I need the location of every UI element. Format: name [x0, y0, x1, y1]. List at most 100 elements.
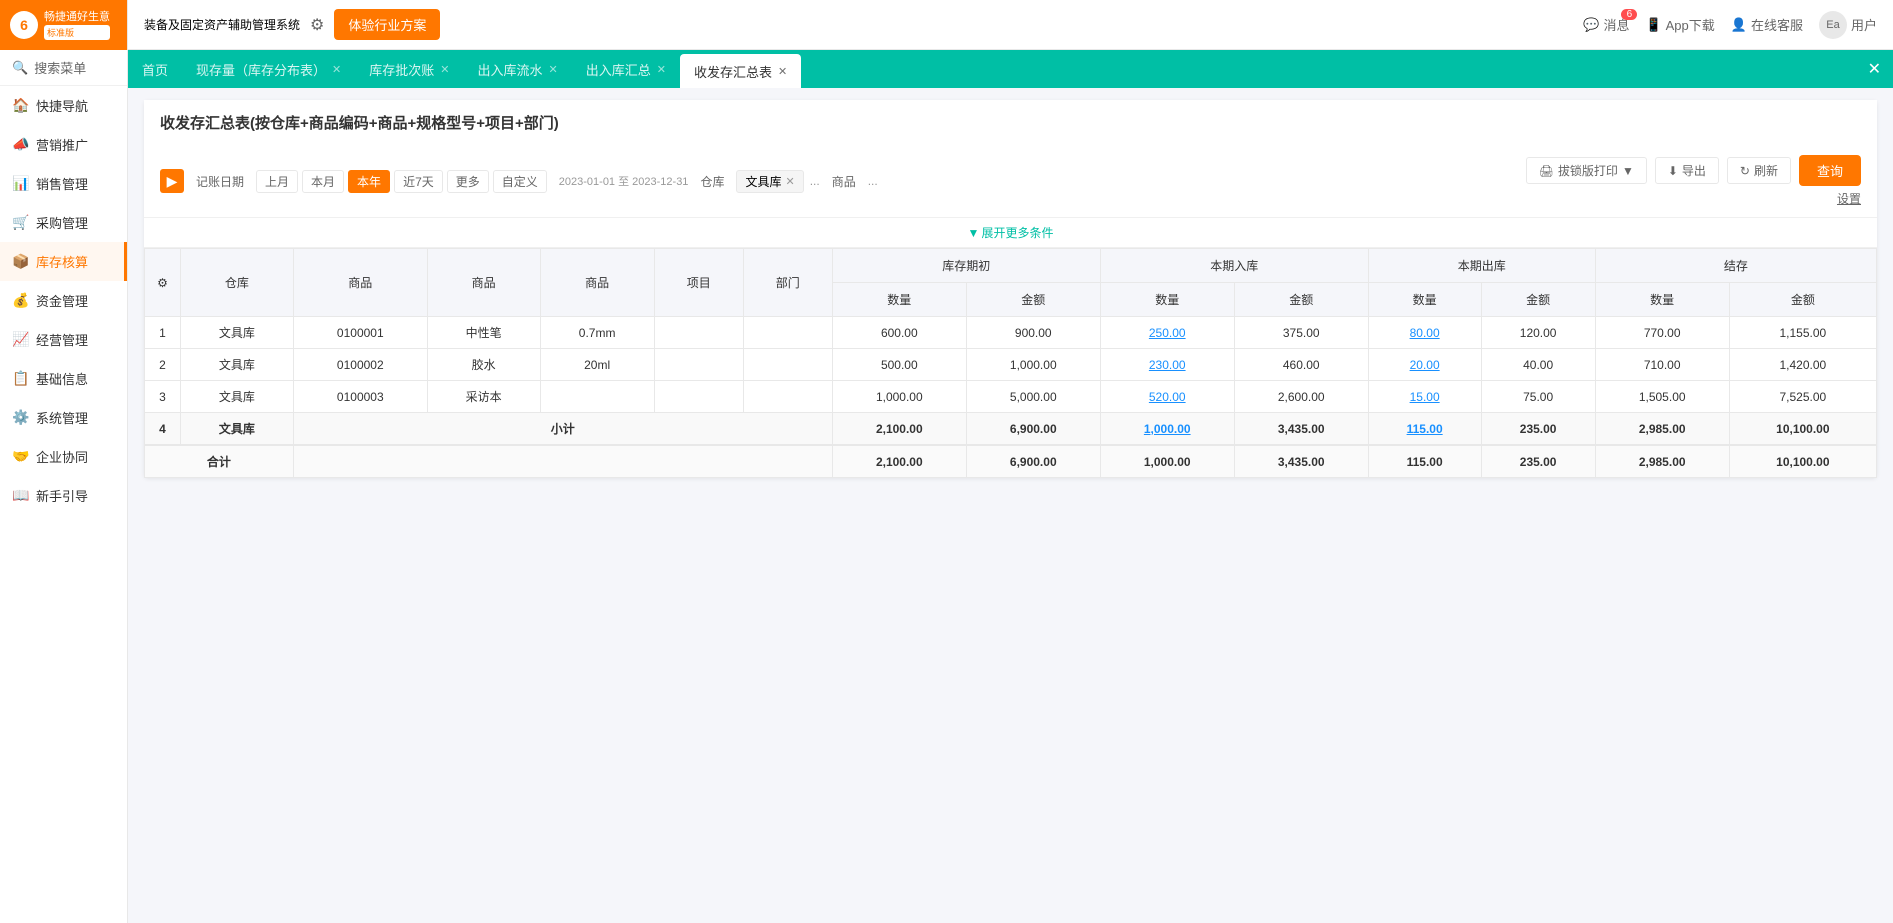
row3-in-amt: 2,600.00 [1234, 381, 1368, 413]
tab-recv-send-close[interactable]: ✕ [778, 65, 787, 78]
expand-conditions-button[interactable]: ▼ 展开更多条件 [968, 224, 1054, 241]
tab-recv-send-summary[interactable]: 收发存汇总表 ✕ [680, 54, 801, 88]
warehouse-tag[interactable]: 文具库 ✕ [736, 170, 803, 193]
total-out-amt: 235.00 [1481, 445, 1595, 478]
date-btn-last-month[interactable]: 上月 [256, 170, 298, 193]
row3-in-qty-link[interactable]: 520.00 [1149, 390, 1186, 404]
tab-batch-account-close[interactable]: ✕ [440, 63, 449, 76]
date-btn-7days[interactable]: 近7天 [394, 170, 443, 193]
sidebar-item-label: 系统管理 [36, 408, 88, 427]
date-btn-custom[interactable]: 自定义 [493, 170, 547, 193]
row3-out-qty-link[interactable]: 15.00 [1410, 390, 1440, 404]
user-action[interactable]: Ea 用户 [1819, 11, 1877, 39]
row2-balance-amt: 1,420.00 [1729, 349, 1876, 381]
goods-more[interactable]: ... [868, 174, 878, 188]
warehouse-label: 仓库 [700, 173, 724, 190]
app-download-action[interactable]: 📱 App下载 [1645, 15, 1714, 34]
tab-bar-close-button[interactable]: ✕ [1856, 59, 1893, 79]
row2-name: 胶水 [427, 349, 540, 381]
sidebar-item-quick-nav[interactable]: 🏠 快捷导航 [0, 86, 127, 125]
filter-toggle-button[interactable]: ▶ [160, 169, 184, 193]
row3-balance-qty: 1,505.00 [1595, 381, 1729, 413]
tab-in-out-flow[interactable]: 出入库流水 ✕ [463, 50, 571, 88]
tab-home[interactable]: 首页 [128, 50, 182, 88]
tab-in-out-flow-close[interactable]: ✕ [549, 63, 558, 76]
online-service-action[interactable]: 👤 在线客服 [1731, 15, 1803, 34]
top-header: 装备及固定资产辅助管理系统 ⚙ 体验行业方案 💬 消息 6 📱 App下载 👤 … [128, 0, 1893, 50]
tab-in-out-summary[interactable]: 出入库汇总 ✕ [572, 50, 680, 88]
sidebar: 6 畅捷通好生意 标准版 🔍 搜索菜单 🏠 快捷导航 📣 营销推广 📊 销售管理… [0, 0, 128, 923]
tab-stock-dist[interactable]: 现存量（库存分布表） ✕ [182, 50, 355, 88]
tab-in-out-summary-close[interactable]: ✕ [657, 63, 666, 76]
sidebar-item-finance[interactable]: 💰 资金管理 [0, 281, 127, 320]
row3-spec [540, 381, 654, 413]
subtotal-in-qty-link[interactable]: 1,000.00 [1144, 422, 1191, 436]
sidebar-logo: 6 畅捷通好生意 标准版 [0, 0, 127, 50]
data-table: ⚙ 仓库 商品 商品 商品 项目 部门 库存期初 本期入库 本期出库 结存 [144, 248, 1877, 478]
warehouse-more[interactable]: ... [810, 174, 820, 188]
row3-seq: 3 [145, 381, 181, 413]
row3-out-amt: 75.00 [1481, 381, 1595, 413]
th-out-amt: 金额 [1481, 283, 1595, 317]
subtotal-label: 小计 [293, 413, 832, 446]
sidebar-item-purchase[interactable]: 🛒 采购管理 [0, 203, 127, 242]
sidebar-item-operations[interactable]: 📈 经营管理 [0, 320, 127, 359]
subtotal-balance-amt: 10,100.00 [1729, 413, 1876, 446]
tab-batch-account[interactable]: 库存批次账 ✕ [355, 50, 463, 88]
row1-out-amt: 120.00 [1481, 317, 1595, 349]
sidebar-item-system[interactable]: ⚙️ 系统管理 [0, 398, 127, 437]
system-settings-button[interactable]: ⚙ [310, 15, 324, 35]
print-icon: 🖨 [1539, 164, 1554, 178]
row2-warehouse: 文具库 [181, 349, 294, 381]
row3-warehouse: 文具库 [181, 381, 294, 413]
query-button[interactable]: 查询 [1799, 155, 1861, 186]
table-wrap: ⚙ 仓库 商品 商品 商品 项目 部门 库存期初 本期入库 本期出库 结存 [144, 248, 1877, 478]
row1-seq: 1 [145, 317, 181, 349]
marketing-icon: 📣 [12, 136, 30, 153]
app-download-label: App下载 [1666, 15, 1715, 34]
row3-in-qty: 520.00 [1100, 381, 1234, 413]
row2-out-qty: 20.00 [1368, 349, 1481, 381]
row1-out-qty-link[interactable]: 80.00 [1410, 326, 1440, 340]
sidebar-item-guide[interactable]: 📖 新手引导 [0, 476, 127, 515]
table-row: 1 文具库 0100001 中性笔 0.7mm 600.00 900.00 25… [145, 317, 1877, 349]
row2-out-qty-link[interactable]: 20.00 [1410, 358, 1440, 372]
sidebar-search[interactable]: 🔍 搜索菜单 [0, 50, 127, 86]
export-button[interactable]: ⬇ 导出 [1655, 157, 1719, 184]
guide-icon: 📖 [12, 487, 30, 504]
search-icon: 🔍 [12, 60, 28, 76]
row3-dept [743, 381, 832, 413]
total-balance-qty: 2,985.00 [1595, 445, 1729, 478]
sidebar-item-enterprise[interactable]: 🤝 企业协同 [0, 437, 127, 476]
sidebar-item-sales[interactable]: 📊 销售管理 [0, 164, 127, 203]
trial-button[interactable]: 体验行业方案 [334, 9, 440, 40]
subtotal-seq: 4 [145, 413, 181, 446]
th-settings[interactable]: ⚙ [145, 249, 181, 317]
page-title: 收发存汇总表(按仓库+商品编码+商品+规格型号+项目+部门) [160, 112, 1861, 133]
th-in-amt: 金额 [1234, 283, 1368, 317]
message-action[interactable]: 💬 消息 6 [1583, 15, 1629, 34]
online-service-label: 在线客服 [1751, 15, 1803, 34]
date-btn-more[interactable]: 更多 [447, 170, 489, 193]
refresh-button[interactable]: ↻ 刷新 [1727, 157, 1791, 184]
settings-link[interactable]: 设置 [1837, 192, 1861, 206]
th-opening-qty: 数量 [832, 283, 966, 317]
row2-in-amt: 460.00 [1234, 349, 1368, 381]
avatar: Ea [1819, 11, 1847, 39]
print-button[interactable]: 🖨 拔锁版打印 ▼ [1526, 157, 1647, 184]
date-btn-this-month[interactable]: 本月 [302, 170, 344, 193]
sidebar-item-inventory[interactable]: 📦 库存核算 [0, 242, 127, 281]
tab-stock-dist-close[interactable]: ✕ [332, 63, 341, 76]
sidebar-item-basic[interactable]: 📋 基础信息 [0, 359, 127, 398]
sidebar-item-marketing[interactable]: 📣 营销推广 [0, 125, 127, 164]
warehouse-tag-close[interactable]: ✕ [785, 175, 794, 188]
print-label: 拔锁版打印 [1558, 162, 1618, 179]
logo-text: 畅捷通好生意 [44, 10, 110, 24]
logo-icon: 6 [10, 11, 38, 39]
row1-in-qty-link[interactable]: 250.00 [1149, 326, 1186, 340]
subtotal-out-qty-link[interactable]: 115.00 [1407, 422, 1443, 436]
th-group-balance: 结存 [1595, 249, 1876, 283]
row1-balance-amt: 1,155.00 [1729, 317, 1876, 349]
row2-in-qty-link[interactable]: 230.00 [1149, 358, 1186, 372]
date-btn-this-year[interactable]: 本年 [348, 170, 390, 193]
